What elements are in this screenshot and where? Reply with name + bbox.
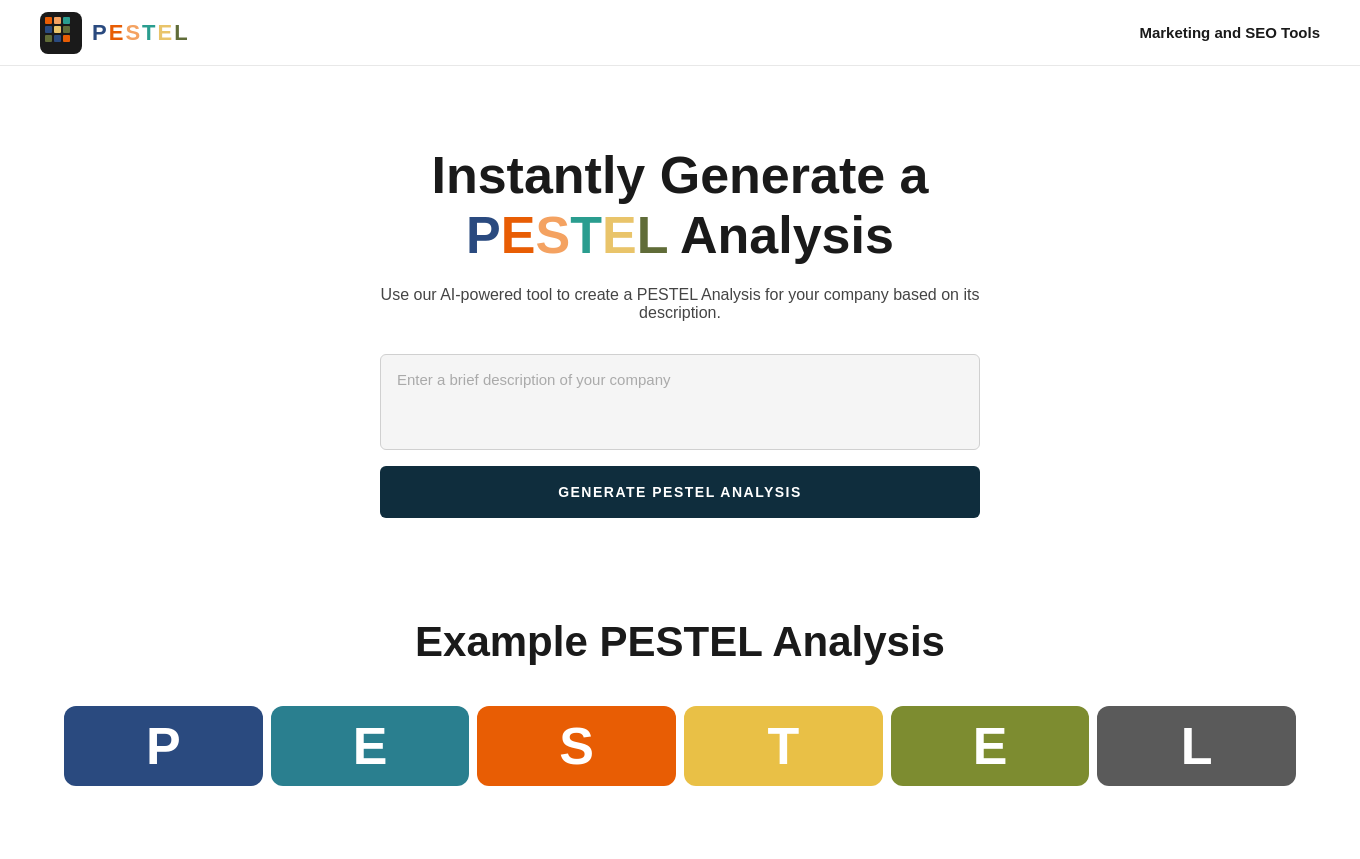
card-letter-e2: E bbox=[973, 716, 1008, 776]
card-s[interactable]: S bbox=[477, 706, 676, 786]
card-e2[interactable]: E bbox=[891, 706, 1090, 786]
svg-rect-8 bbox=[54, 35, 61, 42]
navbar: PESTEL Marketing and SEO Tools bbox=[0, 0, 1360, 66]
hero-subtitle: Use our AI-powered tool to create a PEST… bbox=[340, 286, 1020, 322]
card-p[interactable]: P bbox=[64, 706, 263, 786]
marketing-seo-link[interactable]: Marketing and SEO Tools bbox=[1139, 24, 1320, 41]
svg-rect-4 bbox=[45, 26, 52, 33]
example-section: Example PESTEL Analysis P E S T E L bbox=[0, 578, 1360, 786]
analysis-suffix: Analysis bbox=[680, 206, 894, 264]
svg-rect-7 bbox=[45, 35, 52, 42]
pestel-l: L bbox=[637, 206, 668, 264]
card-letter-e1: E bbox=[353, 716, 388, 776]
card-letter-p: P bbox=[146, 716, 181, 776]
card-t[interactable]: T bbox=[684, 706, 883, 786]
logo-text: PESTEL bbox=[92, 20, 190, 46]
hero-title-line2: PESTEL Analysis bbox=[466, 206, 894, 266]
svg-rect-3 bbox=[63, 17, 70, 24]
generate-button[interactable]: GENERATE PESTEL ANALYSIS bbox=[380, 466, 980, 518]
svg-rect-6 bbox=[63, 26, 70, 33]
svg-rect-2 bbox=[54, 17, 61, 24]
pestel-p: P bbox=[466, 206, 501, 264]
hero-title-line1: Instantly Generate a bbox=[431, 146, 928, 206]
pestel-e2: E bbox=[602, 206, 637, 264]
hero-section: Instantly Generate a PESTEL Analysis Use… bbox=[0, 66, 1360, 578]
example-title: Example PESTEL Analysis bbox=[40, 618, 1320, 666]
company-description-input[interactable] bbox=[380, 354, 980, 450]
pestel-cards-row: P E S T E L bbox=[40, 706, 1320, 786]
svg-rect-5 bbox=[54, 26, 61, 33]
pestel-s: S bbox=[535, 206, 570, 264]
card-letter-t: T bbox=[767, 716, 799, 776]
card-letter-l: L bbox=[1181, 716, 1213, 776]
svg-rect-9 bbox=[63, 35, 70, 42]
card-l[interactable]: L bbox=[1097, 706, 1296, 786]
svg-rect-1 bbox=[45, 17, 52, 24]
card-letter-s: S bbox=[559, 716, 594, 776]
card-e[interactable]: E bbox=[271, 706, 470, 786]
pestel-e: E bbox=[501, 206, 536, 264]
input-area: GENERATE PESTEL ANALYSIS bbox=[380, 354, 980, 518]
pestel-t: T bbox=[570, 206, 602, 264]
logo[interactable]: PESTEL bbox=[40, 12, 190, 54]
logo-icon bbox=[40, 12, 82, 54]
